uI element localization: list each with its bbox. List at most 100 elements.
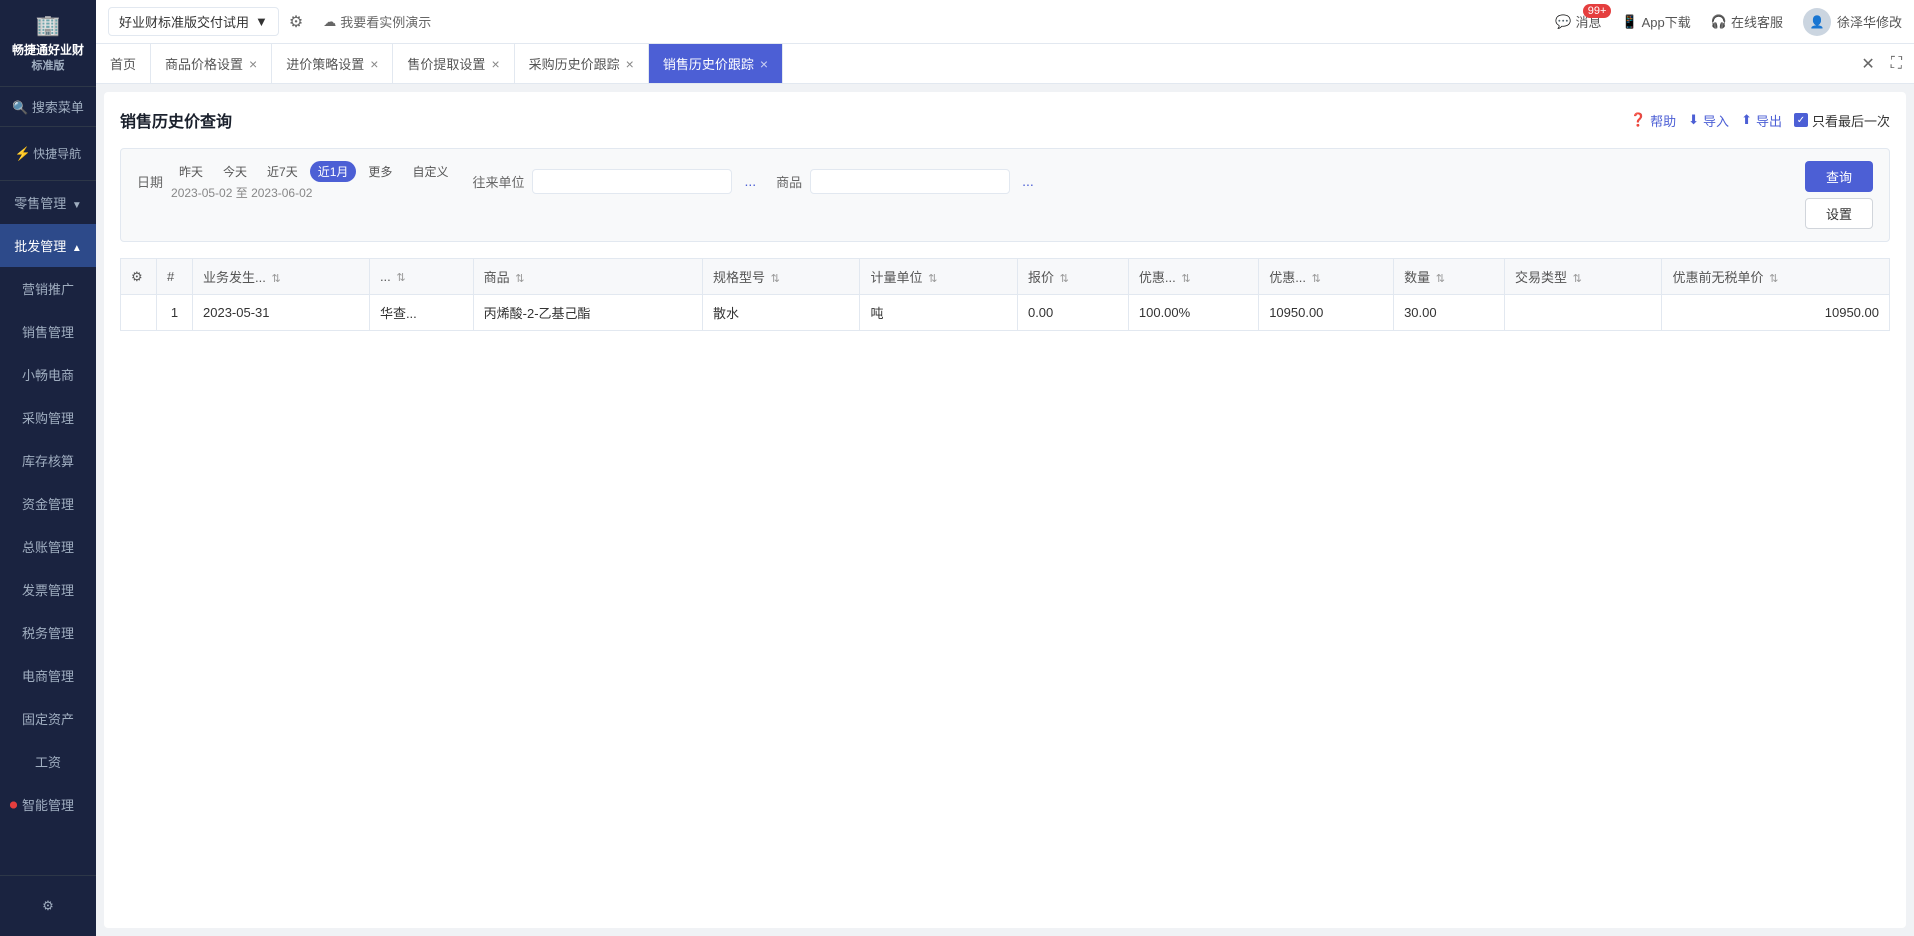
settings-icon: ⚙ — [131, 269, 143, 284]
tab-sale-history[interactable]: 销售历史价跟踪 × — [649, 44, 783, 84]
close-icon[interactable]: × — [626, 57, 634, 71]
col-header-price[interactable]: 报价 ⇅ — [1017, 259, 1128, 295]
help-link[interactable]: ❓ 帮助 — [1630, 111, 1676, 130]
date-more-btn[interactable]: 更多 — [360, 161, 400, 182]
last-only-label: 只看最后一次 — [1812, 111, 1890, 130]
sidebar-search[interactable]: 🔍 搜索菜单 — [0, 87, 96, 127]
sidebar-item-ledger[interactable]: 总账管理 — [0, 525, 96, 568]
filter-action-buttons: 查询 设置 — [1805, 161, 1873, 229]
sort-icon: ⇅ — [1436, 273, 1445, 285]
close-tab-button[interactable]: ✕ — [1853, 50, 1882, 78]
table-header-row: ⚙ # 业务发生... ⇅ ... ⇅ 商品 ⇅ — [121, 259, 1890, 295]
product-lookup-btn[interactable]: ... — [1018, 171, 1038, 191]
row-settings[interactable] — [121, 295, 157, 331]
wholesale-label: 批发管理 — [14, 239, 66, 254]
import-link[interactable]: ⬇ 导入 — [1688, 111, 1729, 130]
last-only-checkbox[interactable]: ✓ 只看最后一次 — [1794, 111, 1890, 130]
close-icon[interactable]: × — [760, 57, 768, 71]
cloud-icon: ☁ — [323, 14, 336, 30]
sidebar-item-smart[interactable]: 智能管理 — [0, 783, 96, 826]
col-header-spec[interactable]: 规格型号 ⇅ — [702, 259, 860, 295]
date-custom-btn[interactable]: 自定义 — [404, 161, 456, 182]
tab-purchase-strategy-label: 进价策略设置 — [286, 54, 364, 73]
payroll-label: 工资 — [35, 755, 61, 770]
tab-purchase-history[interactable]: 采购历史价跟踪 × — [515, 44, 649, 84]
supplier-input[interactable] — [532, 169, 732, 194]
demo-text: 我要看实例演示 — [340, 12, 431, 31]
user-menu[interactable]: 👤 徐泽华修改 — [1803, 8, 1902, 36]
sidebar-item-invoice[interactable]: 发票管理 — [0, 568, 96, 611]
sidebar-item-inventory[interactable]: 库存核算 — [0, 439, 96, 482]
chevron-down-icon: ▼ — [255, 14, 268, 29]
col-header-qty[interactable]: 数量 ⇅ — [1394, 259, 1505, 295]
export-icon: ⬆ — [1741, 112, 1752, 128]
sidebar-item-tax[interactable]: 税务管理 — [0, 611, 96, 654]
quick-nav-item[interactable]: ⚡ 快捷导航 — [0, 135, 96, 172]
demo-link[interactable]: ☁ 我要看实例演示 — [323, 12, 431, 31]
export-label: 导出 — [1756, 111, 1782, 130]
topbar-settings-button[interactable]: ⚙ — [285, 8, 307, 36]
col-header-discount1[interactable]: 优惠... ⇅ — [1128, 259, 1258, 295]
sort-icon: ⇅ — [771, 273, 780, 285]
online-service-button[interactable]: 🎧 在线客服 — [1711, 12, 1783, 31]
supplier-lookup-btn[interactable]: ... — [740, 171, 760, 191]
module-selector[interactable]: 好业财标准版交付试用 ▼ — [108, 7, 279, 36]
product-input[interactable] — [810, 169, 1010, 194]
sidebar-item-assets[interactable]: 固定资产 — [0, 697, 96, 740]
row-discount1: 100.00% — [1128, 295, 1258, 331]
col-header-unit[interactable]: 计量单位 ⇅ — [860, 259, 1018, 295]
app-name: 畅捷通好业财 — [8, 42, 88, 59]
tab-purchase-strategy[interactable]: 进价策略设置 × — [272, 44, 393, 84]
data-table: ⚙ # 业务发生... ⇅ ... ⇅ 商品 ⇅ — [120, 258, 1890, 331]
col-qty-label: 数量 — [1404, 270, 1430, 285]
sidebar-item-sales[interactable]: 销售管理 — [0, 310, 96, 353]
col-header-trade-type[interactable]: 交易类型 ⇅ — [1504, 259, 1662, 295]
messages-button[interactable]: 💬 消息 99+ — [1555, 12, 1601, 31]
sidebar-settings-button[interactable]: ⚙ — [0, 888, 96, 924]
col-header-discount2[interactable]: 优惠... ⇅ — [1259, 259, 1394, 295]
export-link[interactable]: ⬆ 导出 — [1741, 111, 1782, 130]
sidebar-item-ecommerce[interactable]: 电商管理 — [0, 654, 96, 697]
date-7days-btn[interactable]: 近7天 — [259, 161, 306, 182]
col-unit-label: 计量单位 — [870, 270, 922, 285]
date-1month-btn[interactable]: 近1月 — [310, 161, 357, 182]
sidebar-item-small-ecommerce[interactable]: 小畅电商 — [0, 353, 96, 396]
quick-nav-section: ⚡ 快捷导航 — [0, 127, 96, 181]
app-download-button[interactable]: 📱 App下载 — [1621, 12, 1690, 31]
tab-sale-history-label: 销售历史价跟踪 — [663, 54, 754, 73]
date-yesterday-btn[interactable]: 昨天 — [171, 161, 211, 182]
sidebar-item-payroll[interactable]: 工资 — [0, 740, 96, 783]
sidebar-item-purchase[interactable]: 采购管理 — [0, 396, 96, 439]
col-spec-label: 规格型号 — [713, 270, 765, 285]
product-filter-section: 商品 ... — [776, 169, 1038, 194]
page-header-actions: ❓ 帮助 ⬇ 导入 ⬆ 导出 ✓ 只看最后一次 — [1630, 111, 1890, 130]
row-num: 1 — [157, 295, 193, 331]
close-icon[interactable]: × — [370, 57, 378, 71]
username: 徐泽华修改 — [1837, 12, 1902, 31]
sidebar-item-wholesale[interactable]: 批发管理 ▲ — [0, 224, 96, 267]
chevron-down-icon: ▼ — [72, 200, 82, 211]
col-header-date[interactable]: 业务发生... ⇅ — [193, 259, 370, 295]
page-content: 销售历史价查询 ❓ 帮助 ⬇ 导入 ⬆ 导出 ✓ 只看最后一次 — [104, 92, 1906, 928]
date-buttons-row: 昨天 今天 近7天 近1月 更多 自定义 — [171, 161, 456, 182]
sidebar-item-capital[interactable]: 资金管理 — [0, 482, 96, 525]
tab-product-price[interactable]: 商品价格设置 × — [151, 44, 272, 84]
sidebar-item-marketing[interactable]: 营销推广 — [0, 267, 96, 310]
col-header-extra[interactable]: ... ⇅ — [369, 259, 473, 295]
settings-button[interactable]: 设置 — [1805, 198, 1873, 229]
expand-tabs-button[interactable]: ⛶ — [1883, 51, 1910, 77]
date-today-btn[interactable]: 今天 — [215, 161, 255, 182]
col-header-pretax-price[interactable]: 优惠前无税单价 ⇅ — [1662, 259, 1890, 295]
close-icon[interactable]: × — [249, 57, 257, 71]
row-price: 0.00 — [1017, 295, 1128, 331]
tab-home[interactable]: 首页 — [96, 44, 151, 84]
help-label: 帮助 — [1650, 111, 1676, 130]
query-button[interactable]: 查询 — [1805, 161, 1873, 192]
search-icon: 🔍 — [12, 100, 28, 115]
col-extra-label: ... — [380, 269, 391, 284]
col-header-settings[interactable]: ⚙ — [121, 259, 157, 295]
close-icon[interactable]: × — [491, 57, 499, 71]
tab-sale-extract[interactable]: 售价提取设置 × — [393, 44, 514, 84]
sidebar-item-retail[interactable]: 零售管理 ▼ — [0, 181, 96, 224]
col-header-product[interactable]: 商品 ⇅ — [473, 259, 702, 295]
